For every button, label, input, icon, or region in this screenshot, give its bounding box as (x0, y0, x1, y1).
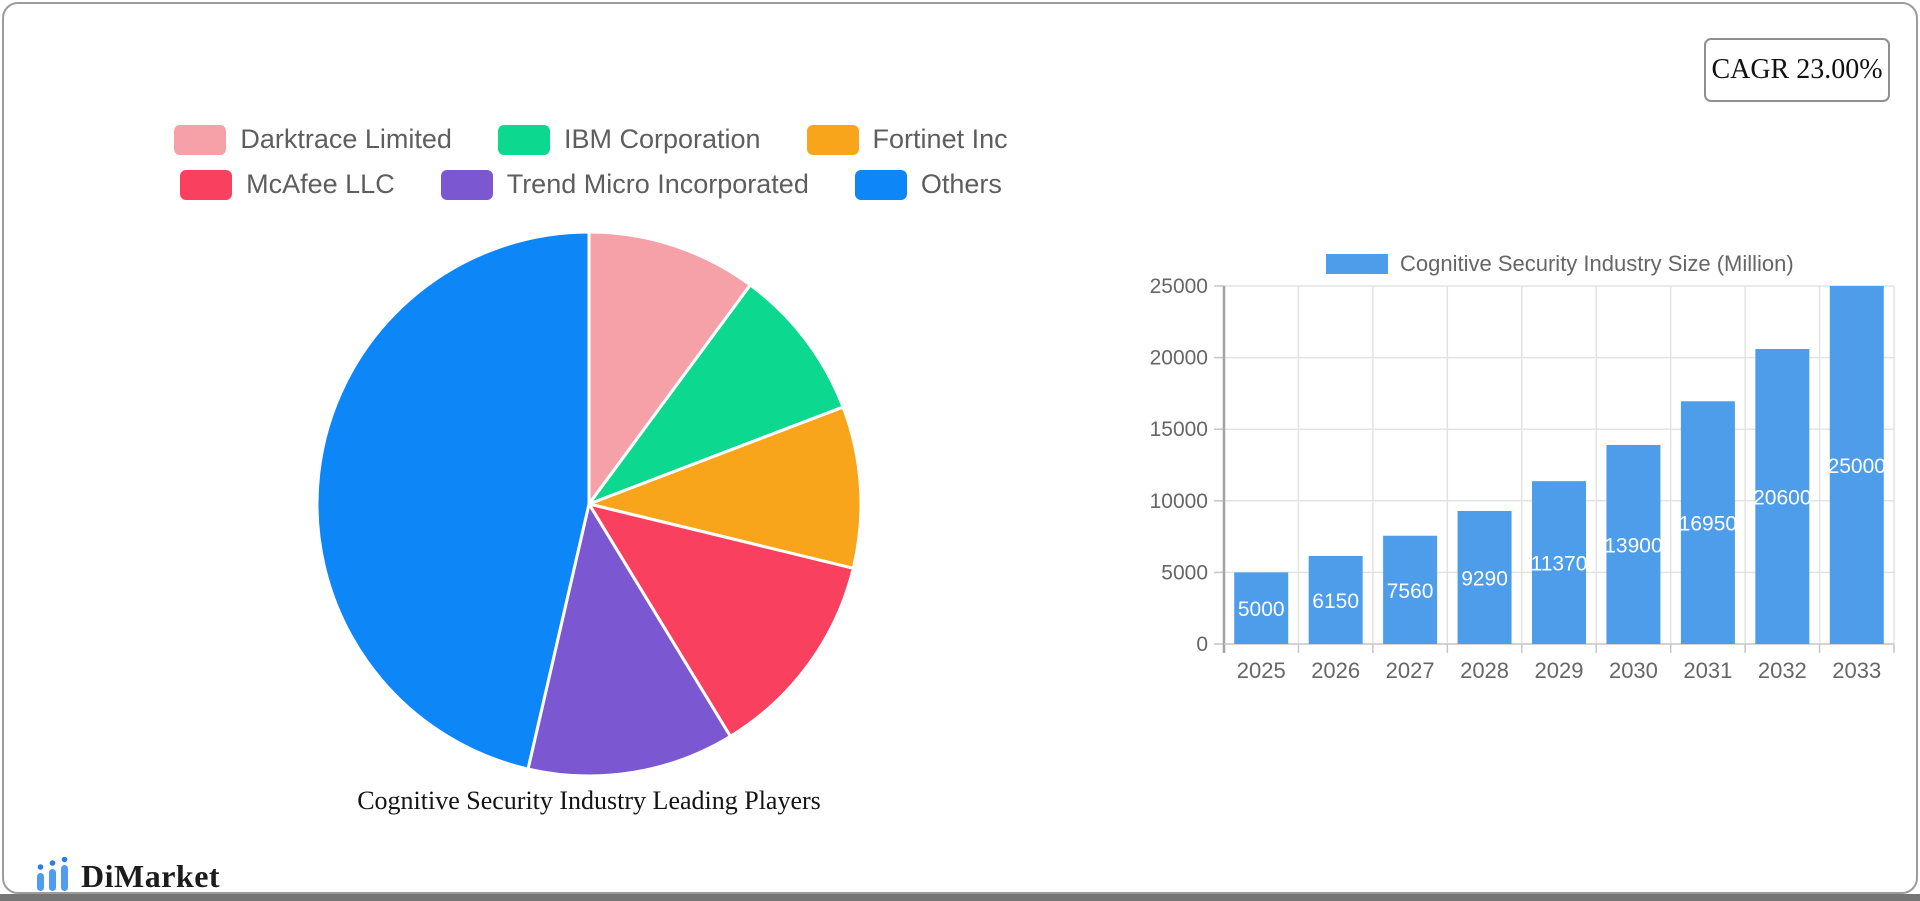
bar-value-label: 13900 (1604, 534, 1662, 557)
report-card: CAGR 23.00% Darktrace Limited IBM Corpora… (2, 2, 1918, 894)
x-tick-label: 2030 (1609, 658, 1658, 683)
legend-swatch (497, 124, 550, 155)
pie-legend: Darktrace Limited IBM Corporation Fortinet… (116, 124, 1066, 200)
pie-chart-title: Cognitive Security Industry Leading Play… (357, 786, 821, 815)
bar-legend-label: Cognitive Security Industry Size (Millio… (1400, 251, 1794, 276)
legend-swatch (174, 124, 227, 155)
legend-label: Darktrace Limited (240, 124, 452, 154)
x-tick-label: 2031 (1683, 658, 1732, 683)
brand-logo: DiMarket (34, 856, 220, 896)
legend-swatch (180, 169, 233, 200)
pie-legend-item: McAfee LLC (180, 169, 395, 200)
legend-label: IBM Corporation (563, 124, 761, 154)
x-tick-label: 2033 (1832, 658, 1881, 683)
y-tick-label: 5000 (1161, 561, 1208, 584)
legend-swatch (440, 169, 493, 200)
logo-dot (37, 864, 44, 870)
bar-value-label: 25000 (1828, 455, 1886, 478)
x-tick-label: 2029 (1535, 658, 1584, 683)
x-tick-label: 2026 (1311, 658, 1360, 683)
bar-value-label: 9290 (1461, 567, 1508, 590)
y-tick-label: 0 (1196, 633, 1208, 656)
pie-legend-item: IBM Corporation (497, 124, 761, 155)
pie-legend-item: Trend Micro Incorporated (440, 169, 809, 200)
x-tick-label: 2027 (1386, 658, 1435, 683)
bar-value-label: 6150 (1312, 590, 1359, 613)
legend-label: Fortinet Inc (872, 124, 1008, 154)
legend-label: Trend Micro Incorporated (506, 169, 809, 199)
legend-label: McAfee LLC (246, 169, 395, 199)
bar-value-label: 20600 (1753, 487, 1811, 510)
x-tick-label: 2025 (1237, 658, 1286, 683)
cagr-badge-label: CAGR 23.00% (1711, 54, 1883, 85)
y-tick-label: 10000 (1150, 490, 1208, 513)
logo-bar (37, 873, 44, 891)
logo-dot (61, 857, 68, 863)
bar-chart: 0 5000 10000 15000 20000 25000 5000 2025 6150 202… (1150, 251, 1895, 683)
bar-value-label: 16950 (1679, 513, 1737, 536)
legend-label: Others (920, 169, 1002, 199)
y-tick-label: 15000 (1150, 418, 1208, 441)
bar-legend-swatch (1326, 254, 1388, 274)
y-tick-label: 25000 (1150, 275, 1208, 298)
x-tick-label: 2028 (1460, 658, 1509, 683)
legend-swatch (806, 124, 859, 155)
bar-value-label: 11370 (1531, 553, 1588, 576)
x-tick-label: 2032 (1758, 658, 1807, 683)
logo-bar (61, 865, 68, 891)
pie-legend-item: Darktrace Limited (174, 124, 452, 155)
pie-legend-item: Others (854, 169, 1002, 200)
brand-name: DiMarket (81, 857, 221, 894)
bar-value-label: 5000 (1238, 598, 1285, 621)
logo-dot (49, 860, 56, 866)
bar-chart-logo-icon (37, 857, 68, 891)
logo-bar (49, 869, 56, 891)
bar-value-label: 7560 (1387, 580, 1434, 603)
page-bottom-edge (0, 894, 1920, 901)
pie-chart (315, 230, 863, 778)
legend-swatch (854, 169, 907, 200)
cagr-badge: CAGR 23.00% (1704, 38, 1890, 102)
y-tick-label: 20000 (1150, 347, 1208, 370)
pie-legend-item: Fortinet Inc (806, 124, 1008, 155)
